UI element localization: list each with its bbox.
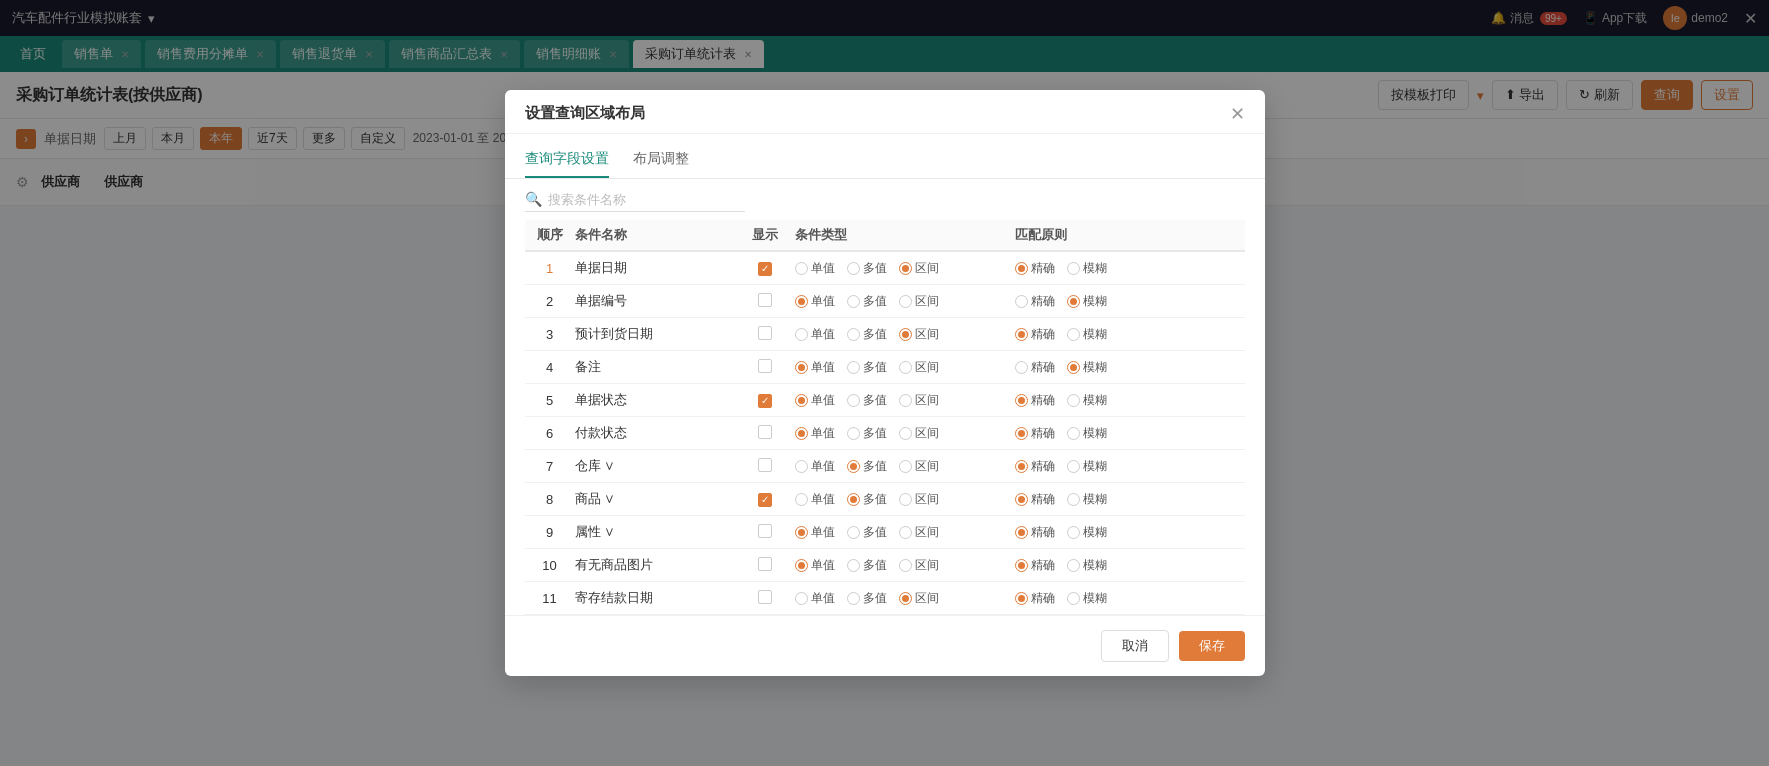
dialog-header: 设置查询区域布局 ✕ xyxy=(505,90,1265,134)
dialog-close-btn[interactable]: ✕ xyxy=(1230,105,1245,123)
tab-layout-adjust[interactable]: 布局调整 xyxy=(633,144,689,178)
tab-query-fields[interactable]: 查询字段设置 xyxy=(525,144,609,178)
dialog-tabs: 查询字段设置 布局调整 xyxy=(505,134,1265,179)
dialog-search-area: 🔍 xyxy=(505,179,1265,206)
search-input[interactable] xyxy=(548,192,728,207)
dialog-title: 设置查询区域布局 xyxy=(525,104,645,123)
search-wrap: 🔍 xyxy=(525,191,745,206)
settings-dialog: 设置查询区域布局 ✕ 查询字段设置 布局调整 🔍 顺序 条件名称 xyxy=(505,90,1265,206)
dialog-overlay: 设置查询区域布局 ✕ 查询字段设置 布局调整 🔍 顺序 条件名称 xyxy=(0,0,1769,206)
search-icon: 🔍 xyxy=(525,191,542,206)
